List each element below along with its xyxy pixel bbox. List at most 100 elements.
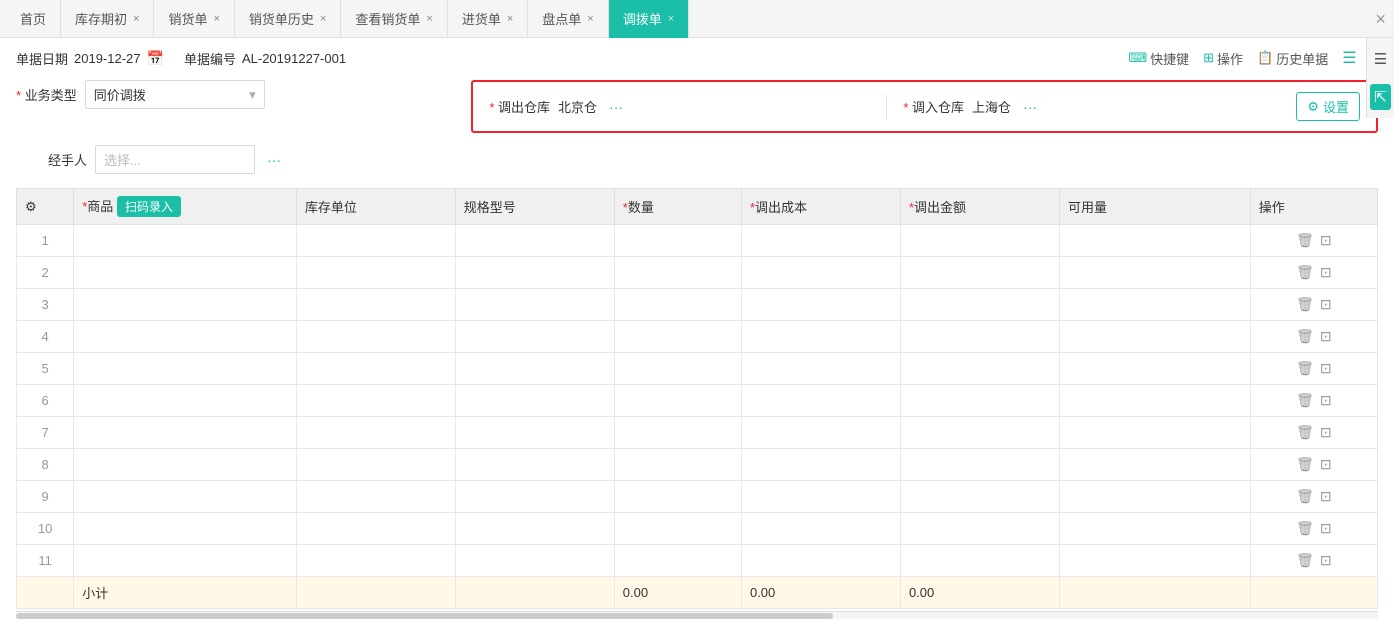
row-amount[interactable]	[900, 257, 1059, 289]
copy-icon[interactable]: ⊡	[1320, 424, 1332, 441]
row-unit[interactable]	[296, 417, 455, 449]
row-cost[interactable]	[741, 353, 900, 385]
row-unit[interactable]	[296, 321, 455, 353]
settings-button[interactable]: ⚙ 设置	[1296, 92, 1360, 121]
delete-icon[interactable]: 🗑	[1296, 520, 1314, 537]
row-spec[interactable]	[455, 385, 614, 417]
row-product[interactable]	[74, 385, 297, 417]
row-product[interactable]	[74, 353, 297, 385]
tab-sales-order[interactable]: 销货单 ×	[154, 0, 234, 38]
copy-icon[interactable]: ⊡	[1320, 456, 1332, 473]
row-amount[interactable]	[900, 545, 1059, 577]
delete-icon[interactable]: 🗑	[1296, 328, 1314, 345]
tab-stocktake[interactable]: 盘点单 ×	[528, 0, 608, 38]
row-amount[interactable]	[900, 321, 1059, 353]
row-spec[interactable]	[455, 417, 614, 449]
tab-stock-init[interactable]: 库存期初 ×	[61, 0, 154, 38]
copy-icon[interactable]: ⊡	[1320, 328, 1332, 345]
tab-close-stock-init[interactable]: ×	[133, 13, 139, 25]
row-amount[interactable]	[900, 417, 1059, 449]
delete-icon[interactable]: 🗑	[1296, 488, 1314, 505]
row-qty[interactable]	[614, 289, 741, 321]
tab-home[interactable]: 首页	[8, 0, 61, 38]
row-unit[interactable]	[296, 289, 455, 321]
copy-icon[interactable]: ⊡	[1320, 360, 1332, 377]
row-qty[interactable]	[614, 417, 741, 449]
tab-close-transfer[interactable]: ×	[668, 13, 674, 25]
row-cost[interactable]	[741, 385, 900, 417]
operations-btn[interactable]: ⊞ 操作	[1203, 49, 1243, 68]
row-qty[interactable]	[614, 449, 741, 481]
row-amount[interactable]	[900, 513, 1059, 545]
row-qty[interactable]	[614, 257, 741, 289]
row-spec[interactable]	[455, 481, 614, 513]
horizontal-scrollbar[interactable]	[16, 611, 1378, 619]
row-cost[interactable]	[741, 289, 900, 321]
row-spec[interactable]	[455, 321, 614, 353]
copy-icon[interactable]: ⊡	[1320, 392, 1332, 409]
delete-icon[interactable]: 🗑	[1296, 392, 1314, 409]
copy-icon[interactable]: ⊡	[1320, 552, 1332, 569]
row-amount[interactable]	[900, 449, 1059, 481]
row-qty[interactable]	[614, 321, 741, 353]
close-all-tabs[interactable]: ×	[1375, 0, 1386, 38]
row-qty[interactable]	[614, 385, 741, 417]
row-spec[interactable]	[455, 545, 614, 577]
row-amount[interactable]	[900, 225, 1059, 257]
row-spec[interactable]	[455, 449, 614, 481]
delete-icon[interactable]: 🗑	[1296, 264, 1314, 281]
row-cost[interactable]	[741, 417, 900, 449]
tab-close-sales-order[interactable]: ×	[213, 13, 219, 25]
scrollbar-thumb[interactable]	[16, 613, 833, 619]
warehouse-in-more-icon[interactable]: ···	[1023, 99, 1037, 115]
row-amount[interactable]	[900, 385, 1059, 417]
row-product[interactable]	[74, 257, 297, 289]
copy-icon[interactable]: ⊡	[1320, 296, 1332, 313]
history-btn[interactable]: 📋 历史单据	[1257, 49, 1328, 68]
th-gear[interactable]: ⚙	[17, 189, 74, 225]
row-unit[interactable]	[296, 545, 455, 577]
row-product[interactable]	[74, 289, 297, 321]
sidebar-list-icon[interactable]: ☰	[1370, 46, 1391, 72]
tab-transfer[interactable]: 调拨单 ×	[609, 0, 689, 38]
sidebar-external-icon[interactable]: ⇱	[1370, 84, 1391, 110]
row-unit[interactable]	[296, 513, 455, 545]
row-product[interactable]	[74, 321, 297, 353]
row-qty[interactable]	[614, 225, 741, 257]
row-unit[interactable]	[296, 385, 455, 417]
layout-list-icon[interactable]: ☰	[1342, 48, 1356, 68]
warehouse-out-more-icon[interactable]: ···	[609, 99, 623, 115]
row-spec[interactable]	[455, 289, 614, 321]
handler-more-icon[interactable]: ···	[267, 152, 281, 168]
tab-close-stocktake[interactable]: ×	[587, 13, 593, 25]
delete-icon[interactable]: 🗑	[1296, 552, 1314, 569]
row-cost[interactable]	[741, 545, 900, 577]
row-unit[interactable]	[296, 353, 455, 385]
row-product[interactable]	[74, 417, 297, 449]
scan-input-btn[interactable]: 扫码录入	[117, 196, 181, 217]
delete-icon[interactable]: 🗑	[1296, 456, 1314, 473]
table-gear-icon[interactable]: ⚙	[25, 199, 37, 214]
row-unit[interactable]	[296, 449, 455, 481]
row-amount[interactable]	[900, 353, 1059, 385]
row-qty[interactable]	[614, 545, 741, 577]
row-cost[interactable]	[741, 321, 900, 353]
row-product[interactable]	[74, 513, 297, 545]
row-cost[interactable]	[741, 449, 900, 481]
row-product[interactable]	[74, 545, 297, 577]
row-qty[interactable]	[614, 481, 741, 513]
row-qty[interactable]	[614, 353, 741, 385]
row-spec[interactable]	[455, 353, 614, 385]
row-spec[interactable]	[455, 513, 614, 545]
tab-purchase[interactable]: 进货单 ×	[448, 0, 528, 38]
tab-close-view-sales[interactable]: ×	[426, 13, 432, 25]
business-type-select[interactable]: 同价调拨 ▾	[85, 80, 265, 109]
row-amount[interactable]	[900, 289, 1059, 321]
row-unit[interactable]	[296, 225, 455, 257]
tab-close-purchase[interactable]: ×	[507, 13, 513, 25]
delete-icon[interactable]: 🗑	[1296, 296, 1314, 313]
row-qty[interactable]	[614, 513, 741, 545]
row-product[interactable]	[74, 449, 297, 481]
row-unit[interactable]	[296, 481, 455, 513]
row-cost[interactable]	[741, 513, 900, 545]
